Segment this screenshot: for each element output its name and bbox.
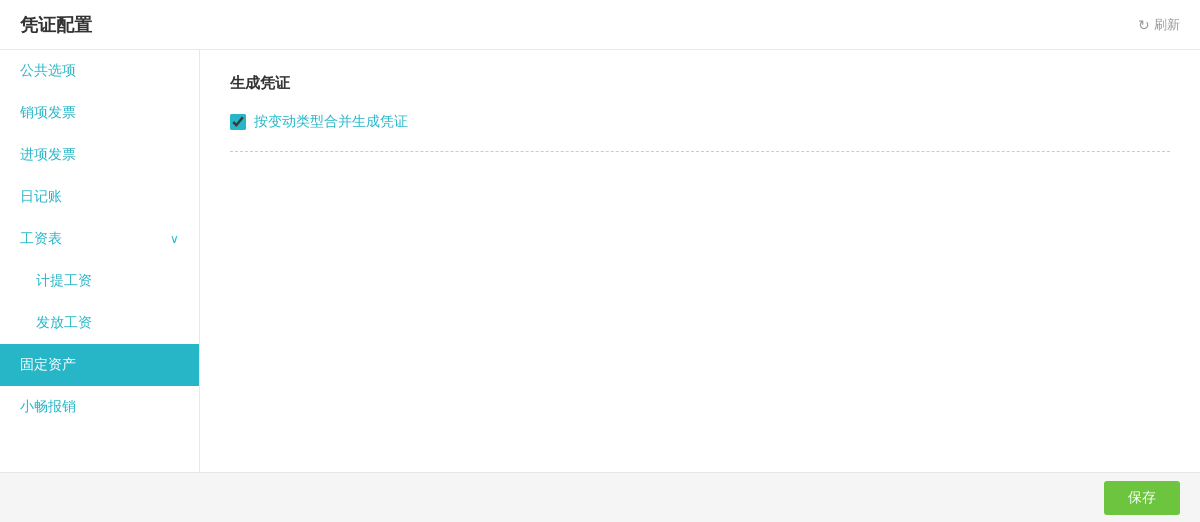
sidebar-item-issue-payroll[interactable]: 发放工资 bbox=[0, 302, 199, 344]
checkbox-row: 按变动类型合并生成凭证 bbox=[230, 113, 1170, 131]
sidebar-item-label: 公共选项 bbox=[20, 62, 76, 80]
chevron-down-icon: ∨ bbox=[170, 232, 179, 246]
sidebar-item-public-options[interactable]: 公共选项 bbox=[0, 50, 199, 92]
sidebar-item-journal[interactable]: 日记账 bbox=[0, 176, 199, 218]
refresh-icon: ↻ bbox=[1138, 17, 1150, 33]
sidebar-item-petty-expense[interactable]: 小畅报销 bbox=[0, 386, 199, 428]
sidebar-item-label: 计提工资 bbox=[36, 272, 92, 290]
sidebar-item-label: 固定资产 bbox=[20, 356, 76, 374]
sidebar-item-purchase-invoice[interactable]: 进项发票 bbox=[0, 134, 199, 176]
sidebar-item-sales-invoice[interactable]: 销项发票 bbox=[0, 92, 199, 134]
sidebar-item-label: 销项发票 bbox=[20, 104, 76, 122]
page-wrapper: 凭证配置 ↻ 刷新 公共选项销项发票进项发票日记账工资表 ∨ 计提工资发放工资固定资… bbox=[0, 0, 1200, 522]
sidebar-item-label: 发放工资 bbox=[36, 314, 92, 332]
sidebar: 公共选项销项发票进项发票日记账工资表 ∨ 计提工资发放工资固定资产小畅报销 bbox=[0, 50, 200, 472]
sidebar-item-label: 工资表 bbox=[20, 230, 62, 248]
section-title: 生成凭证 bbox=[230, 74, 1170, 93]
sidebar-item-fixed-assets[interactable]: 固定资产 bbox=[0, 344, 199, 386]
page-header: 凭证配置 ↻ 刷新 bbox=[0, 0, 1200, 50]
main-layout: 公共选项销项发票进项发票日记账工资表 ∨ 计提工资发放工资固定资产小畅报销 生成凭证… bbox=[0, 50, 1200, 472]
sidebar-item-calc-payroll[interactable]: 计提工资 bbox=[0, 260, 199, 302]
refresh-button[interactable]: ↻ 刷新 bbox=[1138, 16, 1180, 34]
sidebar-item-label: 进项发票 bbox=[20, 146, 76, 164]
merge-checkbox-label[interactable]: 按变动类型合并生成凭证 bbox=[254, 113, 408, 131]
sidebar-item-label: 日记账 bbox=[20, 188, 62, 206]
section-divider bbox=[230, 151, 1170, 152]
page-title: 凭证配置 bbox=[20, 13, 92, 37]
merge-checkbox[interactable] bbox=[230, 114, 246, 130]
save-button[interactable]: 保存 bbox=[1104, 481, 1180, 515]
sidebar-item-payroll-table[interactable]: 工资表 ∨ bbox=[0, 218, 199, 260]
content-area: 生成凭证 按变动类型合并生成凭证 bbox=[200, 50, 1200, 472]
refresh-label: 刷新 bbox=[1154, 16, 1180, 34]
page-footer: 保存 bbox=[0, 472, 1200, 522]
sidebar-item-label: 小畅报销 bbox=[20, 398, 76, 416]
